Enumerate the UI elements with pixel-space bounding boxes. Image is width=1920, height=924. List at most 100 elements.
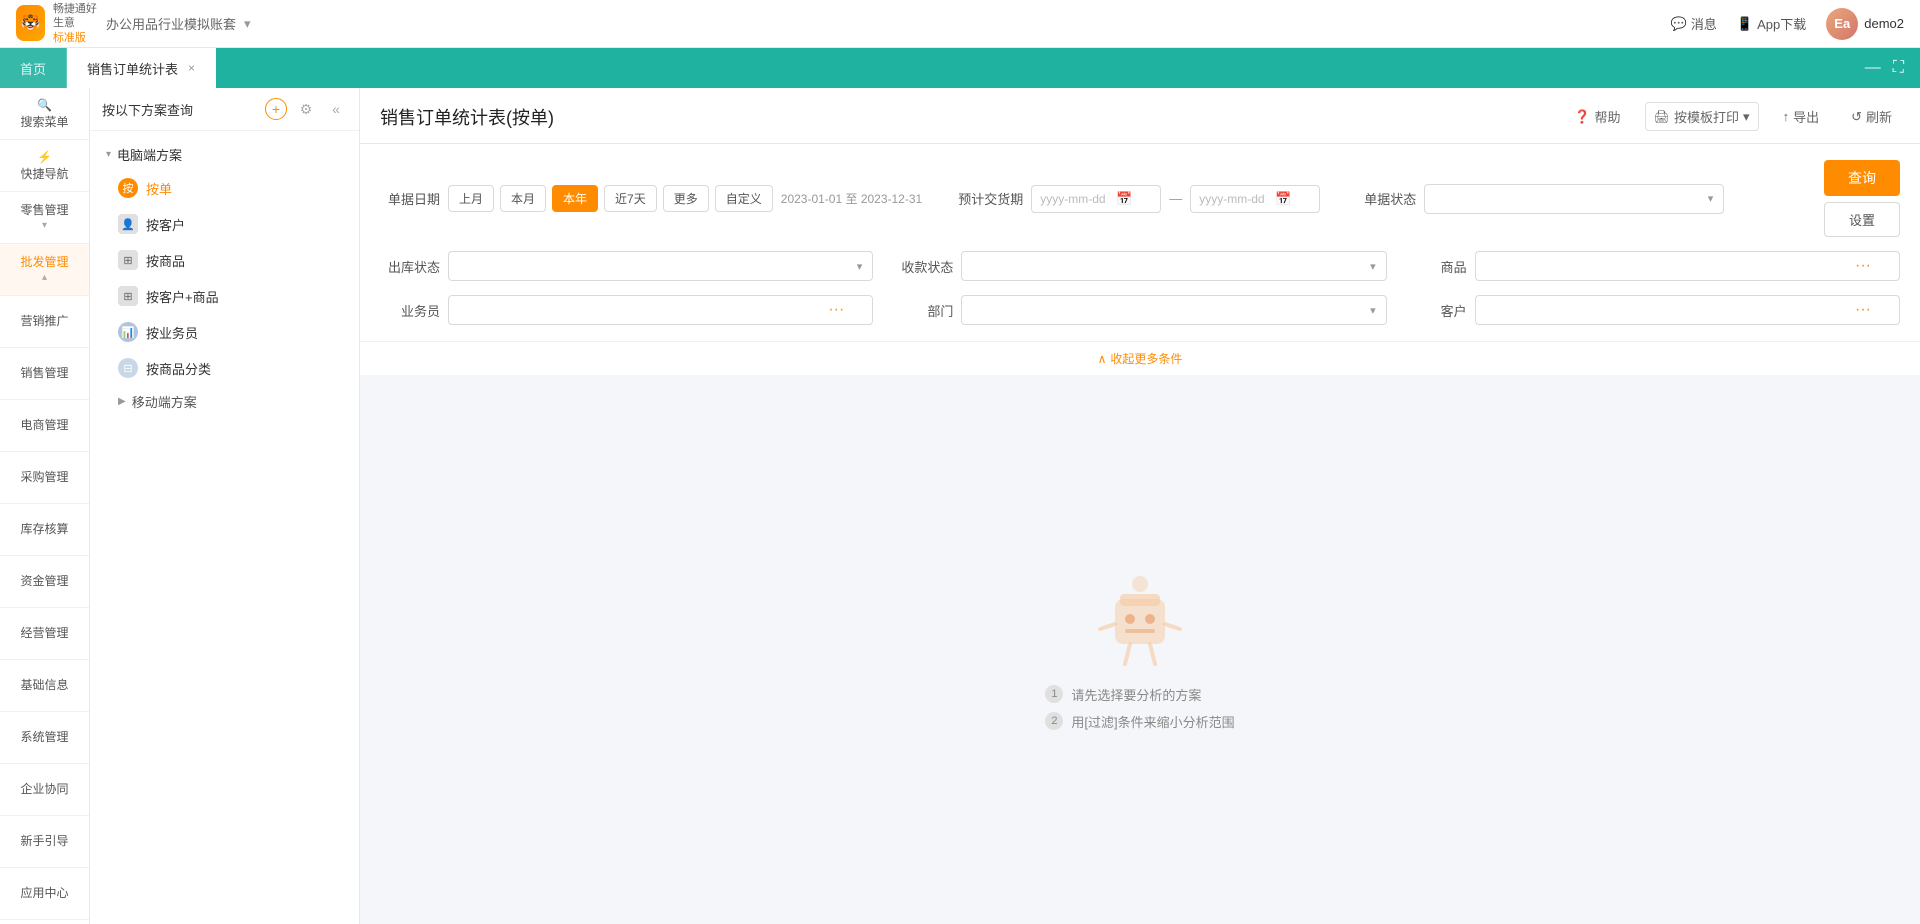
receipt-arrow: ▾ <box>1370 260 1376 273</box>
content-area: 按以下方案查询 + ⚙ « ▾ 电脑端方案 按 按单 👤 按客户 <box>90 88 1920 924</box>
sidebar-item-operations[interactable]: 经营管理 <box>0 608 89 660</box>
date-range-text: 2023-01-01 至 2023-12-31 <box>781 190 922 207</box>
refresh-btn[interactable]: ↺ 刷新 <box>1843 103 1900 130</box>
scheme-by-customer-icon: 👤 <box>118 214 138 234</box>
mobile-group-header[interactable]: ▶ 移动端方案 <box>90 386 359 417</box>
filter-content: 单据日期 上月 本月 本年 近7天 更多 自定义 2023-01-01 至 20… <box>360 144 1920 341</box>
calendar-start-icon: 📅 <box>1116 191 1132 207</box>
goods-dots-icon[interactable]: ··· <box>1855 257 1871 275</box>
sidebar-item-enterprise[interactable]: 企业协同 <box>0 764 89 816</box>
customer-input[interactable]: ··· <box>1475 295 1900 325</box>
pc-group-header[interactable]: ▾ 电脑端方案 <box>90 139 359 170</box>
add-scheme-btn[interactable]: + <box>265 98 287 120</box>
sidebar-item-ecommerce[interactable]: 电商管理 <box>0 400 89 452</box>
sidebar-item-search[interactable]: 🔍 搜索菜单 <box>0 88 89 140</box>
wholesale-expand-icon: ▴ <box>42 271 47 285</box>
collapse-icon: ∧ <box>1098 352 1107 366</box>
status-select[interactable]: ▾ <box>1424 184 1724 214</box>
query-btn[interactable]: 查询 <box>1824 160 1900 196</box>
salesman-dots-icon[interactable]: ··· <box>828 301 844 319</box>
retail-expand-icon: ▾ <box>42 219 47 233</box>
sidebar-item-wholesale[interactable]: 批发管理 ▴ <box>0 244 89 296</box>
date-btn-custom[interactable]: 自定义 <box>715 185 773 212</box>
logo-text: 畅捷通好生意 标准版 <box>53 2 106 45</box>
download-icon: 📱 <box>1737 16 1753 32</box>
page-title: 销售订单统计表(按单) <box>380 104 554 130</box>
sidebar-item-newbie[interactable]: 新手引导 <box>0 816 89 868</box>
expected-date-end[interactable]: yyyy-mm-dd 📅 <box>1190 185 1320 213</box>
salesman-input[interactable]: ··· <box>448 295 873 325</box>
tab-minimize-icon[interactable]: — <box>1865 59 1881 77</box>
receipt-label: 收款状态 <box>893 257 953 276</box>
tab-sales-order[interactable]: 销售订单统计表 × <box>67 48 216 88</box>
sidebar-item-basic-info[interactable]: 基础信息 <box>0 660 89 712</box>
customer-dots-icon[interactable]: ··· <box>1855 301 1871 319</box>
search-icon: 🔍 <box>37 97 52 114</box>
date-btn-7days[interactable]: 近7天 <box>604 185 657 212</box>
delivery-label: 出库状态 <box>380 257 440 276</box>
app-download-btn[interactable]: 📱 App下载 <box>1737 14 1806 33</box>
collapse-btn[interactable]: ∧ 收起更多条件 <box>360 341 1920 375</box>
help-icon: ❓ <box>1574 109 1590 125</box>
scheme-by-category[interactable]: ⊟ 按商品分类 <box>90 350 359 386</box>
export-btn[interactable]: ↑ 导出 <box>1775 103 1828 130</box>
delivery-select[interactable]: ▾ <box>448 251 873 281</box>
sidebar-item-marketing[interactable]: 营销推广 <box>0 296 89 348</box>
filter-row3: 业务员 ··· 部门 ▾ <box>380 295 1900 325</box>
goods-label: 商品 <box>1407 257 1467 276</box>
app-title[interactable]: 办公用品行业模拟账套 ▾ <box>106 14 1671 33</box>
scheme-by-category-icon: ⊟ <box>118 358 138 378</box>
action-buttons: 查询 设置 <box>1824 160 1900 237</box>
tab-close-icon[interactable]: × <box>188 61 195 75</box>
date-btn-last-month[interactable]: 上月 <box>448 185 494 212</box>
scheme-by-customer-goods[interactable]: ⊞ 按客户+商品 <box>90 278 359 314</box>
template-print-btn[interactable]: 🖨 按模板打印 ▾ <box>1645 102 1759 131</box>
sidebar-item-retail[interactable]: 零售管理 ▾ <box>0 192 89 244</box>
page-actions: ❓ 帮助 🖨 按模板打印 ▾ ↑ 导出 ↺ <box>1566 102 1900 131</box>
expected-date-start[interactable]: yyyy-mm-dd 📅 <box>1031 185 1161 213</box>
top-bar-right: 💬 消息 📱 App下载 Ea demo2 <box>1671 8 1904 40</box>
status-label: 单据状态 <box>1356 189 1416 208</box>
filter-section: 单据日期 上月 本月 本年 近7天 更多 自定义 2023-01-01 至 20… <box>360 144 1920 375</box>
message-btn[interactable]: 💬 消息 <box>1671 14 1717 33</box>
sidebar-item-inventory[interactable]: 库存核算 <box>0 504 89 556</box>
sidebar: 🔍 搜索菜单 ⚡ 快捷导航 零售管理 ▾ 批发管理 ▴ 营销推广 销售管理 电商… <box>0 88 90 924</box>
sidebar-item-shortcuts[interactable]: ⚡ 快捷导航 <box>0 140 89 192</box>
help-btn[interactable]: ❓ 帮助 <box>1566 103 1628 130</box>
scheme-by-order-icon: 按 <box>118 178 138 198</box>
sidebar-item-sales[interactable]: 销售管理 <box>0 348 89 400</box>
department-select[interactable]: ▾ <box>961 295 1386 325</box>
goods-input[interactable]: ··· <box>1475 251 1900 281</box>
receipt-select[interactable]: ▾ <box>961 251 1386 281</box>
scheme-by-salesman[interactable]: 📊 按业务员 <box>90 314 359 350</box>
date-btn-more[interactable]: 更多 <box>663 185 709 212</box>
tab-maximize-icon[interactable]: ⛶ <box>1893 59 1904 77</box>
scheme-by-order[interactable]: 按 按单 <box>90 170 359 206</box>
left-panel: 按以下方案查询 + ⚙ « ▾ 电脑端方案 按 按单 👤 按客户 <box>90 88 360 924</box>
date-btn-group: 上月 本月 本年 近7天 更多 自定义 <box>448 185 773 212</box>
sidebar-item-finance[interactable]: 资金管理 <box>0 556 89 608</box>
collapse-panel-btn[interactable]: « <box>325 98 347 120</box>
sidebar-item-wechat[interactable]: 企业微信 <box>0 920 89 924</box>
export-icon: ↑ <box>1783 109 1790 124</box>
settings-scheme-btn[interactable]: ⚙ <box>295 98 317 120</box>
sidebar-item-system[interactable]: 系统管理 <box>0 712 89 764</box>
empty-illustration <box>1090 569 1190 669</box>
sidebar-item-app-center[interactable]: 应用中心 <box>0 868 89 920</box>
top-bar: 🐯 畅捷通好生意 标准版 办公用品行业模拟账套 ▾ 💬 消息 📱 App下载 E… <box>0 0 1920 48</box>
salesman-field: 业务员 ··· <box>380 295 873 325</box>
tab-home[interactable]: 首页 <box>0 48 67 88</box>
scheme-by-goods-icon: ⊞ <box>118 250 138 270</box>
customer-label: 客户 <box>1407 301 1467 320</box>
date-btn-this-year[interactable]: 本年 <box>552 185 598 212</box>
sidebar-item-purchase[interactable]: 采购管理 <box>0 452 89 504</box>
scheme-by-cg-icon: ⊞ <box>118 286 138 306</box>
scheme-by-customer[interactable]: 👤 按客户 <box>90 206 359 242</box>
filter-settings-btn[interactable]: 设置 <box>1824 202 1900 237</box>
date-btn-this-month[interactable]: 本月 <box>500 185 546 212</box>
scheme-by-goods[interactable]: ⊞ 按商品 <box>90 242 359 278</box>
logo: 🐯 畅捷通好生意 标准版 <box>16 2 106 45</box>
salesman-label: 业务员 <box>380 301 440 320</box>
receipt-field: 收款状态 ▾ <box>893 251 1386 281</box>
user-profile[interactable]: Ea demo2 <box>1826 8 1904 40</box>
